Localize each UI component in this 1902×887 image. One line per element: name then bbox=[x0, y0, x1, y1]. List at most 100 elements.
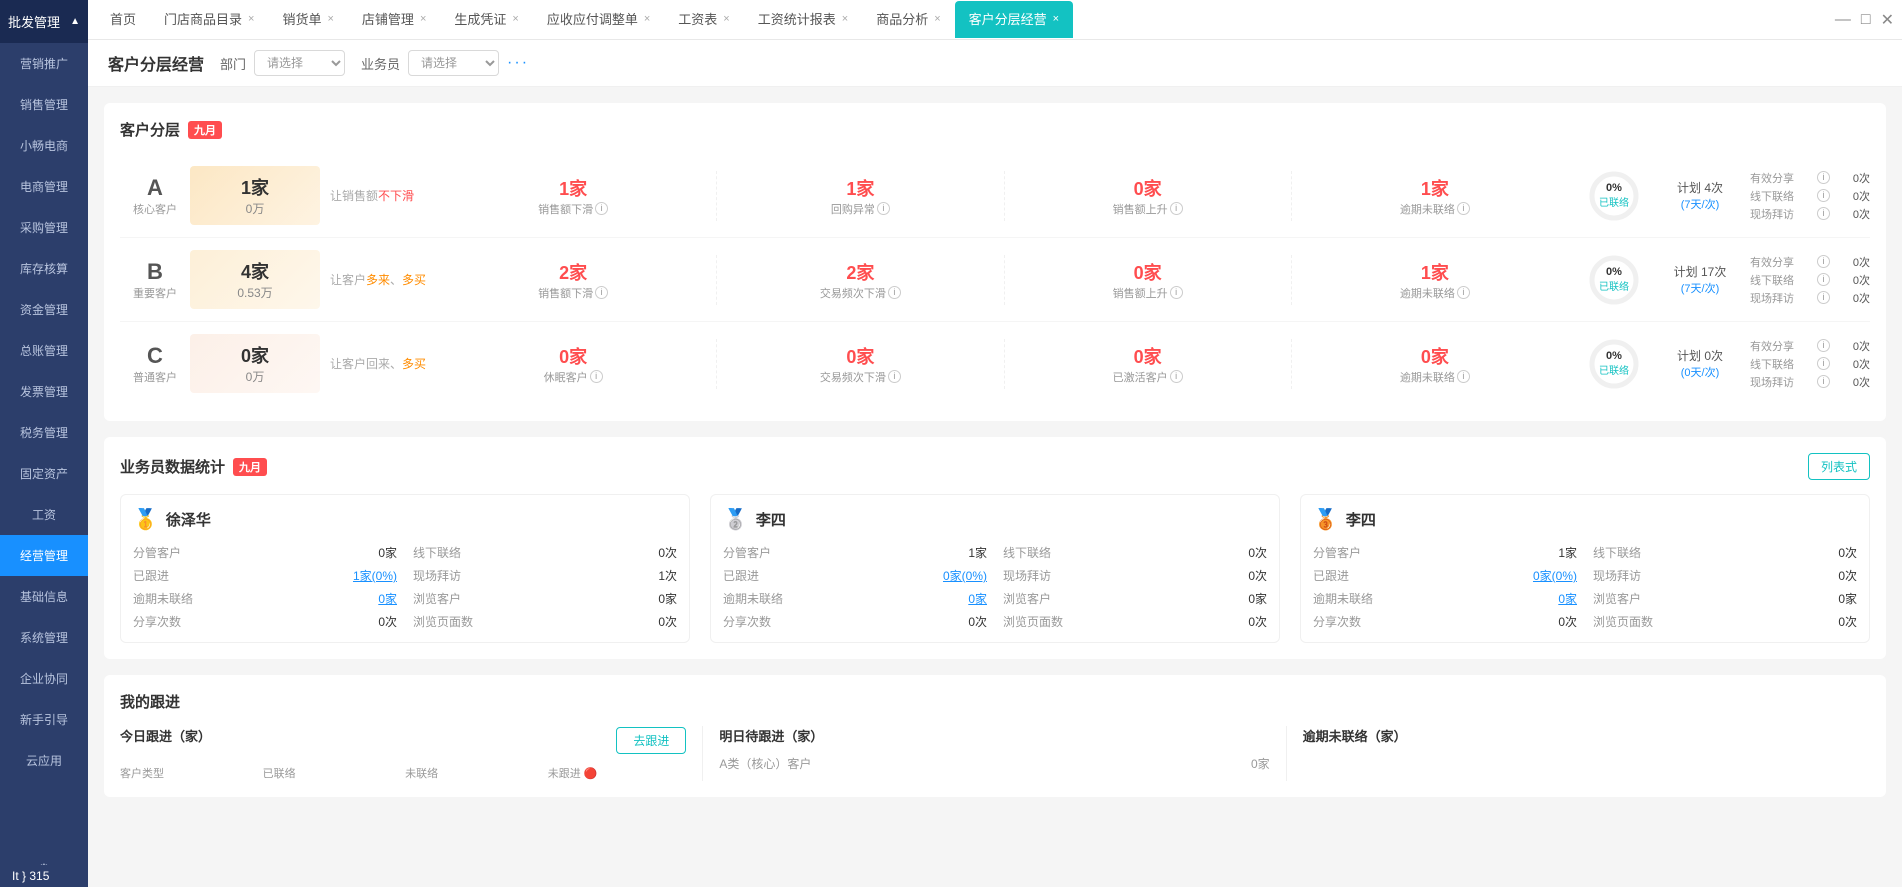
staff-medal-0: 🥇 bbox=[133, 507, 158, 532]
sidebar-item-工资[interactable]: 工资 bbox=[0, 494, 88, 535]
staff-name-0: 徐泽华 bbox=[166, 509, 211, 530]
metric-回购异常: 1家 回购异常 i bbox=[717, 171, 1004, 221]
tab-门店商品目录[interactable]: 门店商品目录× bbox=[150, 1, 268, 38]
sidebar-item-小畅电商[interactable]: 小畅电商 bbox=[0, 125, 88, 166]
tab-close-客户分层经营[interactable]: × bbox=[1053, 13, 1059, 25]
info-icon[interactable]: i bbox=[595, 202, 608, 215]
tab-销货单[interactable]: 销货单× bbox=[268, 1, 347, 38]
customer-tier-section: 客户分层 九月 A核心客户 1家 0万 让销售额不下滑 1家 销售额下滑 i 1… bbox=[104, 103, 1886, 421]
sidebar-item-云应用[interactable]: 云应用 bbox=[0, 740, 88, 781]
sidebar-item-采购管理[interactable]: 采购管理 bbox=[0, 207, 88, 248]
tab-close-工资统计报表[interactable]: × bbox=[842, 13, 848, 25]
info-icon[interactable]: i bbox=[1457, 370, 1470, 383]
sidebar-collapse-icon[interactable]: ▲ bbox=[70, 16, 80, 27]
tab-商品分析[interactable]: 商品分析× bbox=[862, 1, 954, 38]
tier-row-A: A核心客户 1家 0万 让销售额不下滑 1家 销售额下滑 i 1家 回购异常 i… bbox=[120, 154, 1870, 238]
right-info-icon[interactable]: i bbox=[1817, 255, 1830, 268]
tab-close-门店商品目录[interactable]: × bbox=[248, 13, 254, 25]
dept-filter: 部门 请选择 bbox=[220, 50, 345, 76]
tab-工资表[interactable]: 工资表× bbox=[664, 1, 743, 38]
tab-close-生成凭证[interactable]: × bbox=[512, 13, 518, 25]
metric-销售额下滑: 1家 销售额下滑 i bbox=[430, 171, 717, 221]
sidebar: 批发管理 ▲ 营销推广销售管理小畅电商电商管理采购管理库存核算资金管理总账管理发… bbox=[0, 0, 88, 887]
right-info-icon[interactable]: i bbox=[1817, 357, 1830, 370]
info-icon[interactable]: i bbox=[877, 202, 890, 215]
sidebar-item-新手引导[interactable]: 新手引导 bbox=[0, 699, 88, 740]
staff-stat-分享次数: 分享次数0次 bbox=[133, 613, 397, 630]
right-info-icon[interactable]: i bbox=[1817, 339, 1830, 352]
sidebar-item-资金管理[interactable]: 资金管理 bbox=[0, 289, 88, 330]
staff-stat-已跟进: 已跟进0家(0%) bbox=[723, 567, 987, 584]
info-icon[interactable]: i bbox=[888, 286, 901, 299]
tab-close-商品分析[interactable]: × bbox=[934, 13, 940, 25]
metric-已激活客户: 0家 已激活客户 i bbox=[1005, 339, 1292, 389]
sidebar-item-税务管理[interactable]: 税务管理 bbox=[0, 412, 88, 453]
sidebar-item-营销推广[interactable]: 营销推广 bbox=[0, 43, 88, 84]
right-info-icon[interactable]: i bbox=[1817, 291, 1830, 304]
staff-stat-浏览客户: 浏览客户0家 bbox=[1593, 590, 1857, 607]
right-info-icon[interactable]: i bbox=[1817, 375, 1830, 388]
sidebar-item-发票管理[interactable]: 发票管理 bbox=[0, 371, 88, 412]
info-icon[interactable]: i bbox=[1457, 286, 1470, 299]
col-header-linked: 已联络 bbox=[263, 765, 402, 781]
sidebar-item-总账管理[interactable]: 总账管理 bbox=[0, 330, 88, 371]
tab-店铺管理[interactable]: 店铺管理× bbox=[348, 1, 440, 38]
tab-首页[interactable]: 首页 bbox=[96, 1, 150, 38]
tab-close-工资表[interactable]: × bbox=[723, 13, 729, 25]
tab-maximize-icon[interactable]: □ bbox=[1861, 11, 1871, 29]
right-info-icon[interactable]: i bbox=[1817, 273, 1830, 286]
info-icon[interactable]: i bbox=[1170, 286, 1183, 299]
sidebar-item-销售管理[interactable]: 销售管理 bbox=[0, 84, 88, 125]
page-title: 客户分层经营 bbox=[108, 51, 204, 75]
more-options-icon[interactable]: ··· bbox=[507, 54, 529, 72]
tab-工资统计报表[interactable]: 工资统计报表× bbox=[744, 1, 862, 38]
tier-amount-A: 0万 bbox=[246, 200, 265, 217]
plan-freq-C[interactable]: (0天/次) bbox=[1681, 364, 1720, 380]
sidebar-header[interactable]: 批发管理 ▲ bbox=[0, 0, 88, 43]
main-area: 首页门店商品目录×销货单×店铺管理×生成凭证×应收应付调整单×工资表×工资统计报… bbox=[88, 0, 1902, 887]
month-badge: 九月 bbox=[188, 121, 222, 139]
staff-select[interactable]: 请选择 bbox=[408, 50, 499, 76]
sidebar-item-企业协同[interactable]: 企业协同 bbox=[0, 658, 88, 699]
goto-followup-button[interactable]: 去跟进 bbox=[616, 727, 686, 754]
tab-生成凭证[interactable]: 生成凭证× bbox=[440, 1, 532, 38]
sidebar-item-经营管理[interactable]: 经营管理 bbox=[0, 535, 88, 576]
metric-逾期未联络: 0家 逾期未联络 i bbox=[1292, 339, 1578, 389]
info-icon[interactable]: i bbox=[1170, 202, 1183, 215]
right-info-icon[interactable]: i bbox=[1817, 207, 1830, 220]
list-table-button[interactable]: 列表式 bbox=[1808, 453, 1870, 480]
tab-应收应付调整单[interactable]: 应收应付调整单× bbox=[533, 1, 664, 38]
metric-销售额上升: 0家 销售额上升 i bbox=[1005, 171, 1292, 221]
sidebar-item-电商管理[interactable]: 电商管理 bbox=[0, 166, 88, 207]
tab-close-应收应付调整单[interactable]: × bbox=[644, 13, 650, 25]
tier-amount-C: 0万 bbox=[246, 368, 265, 385]
sidebar-item-基础信息[interactable]: 基础信息 bbox=[0, 576, 88, 617]
info-icon[interactable]: i bbox=[1457, 202, 1470, 215]
tab-close-销货单[interactable]: × bbox=[327, 13, 333, 25]
staff-month-badge: 九月 bbox=[233, 458, 267, 476]
sidebar-item-系统管理[interactable]: 系统管理 bbox=[0, 617, 88, 658]
right-info-icon[interactable]: i bbox=[1817, 189, 1830, 202]
right-info-icon[interactable]: i bbox=[1817, 171, 1830, 184]
info-icon[interactable]: i bbox=[590, 370, 603, 383]
info-icon[interactable]: i bbox=[888, 370, 901, 383]
content-scroll: 客户分层 九月 A核心客户 1家 0万 让销售额不下滑 1家 销售额下滑 i 1… bbox=[88, 87, 1902, 887]
plan-freq-A[interactable]: (7天/次) bbox=[1681, 196, 1720, 212]
followup-grid: 今日跟进（家） 去跟进 客户类型 已联络 未联络 未跟进 🔴 明日待跟进（家） … bbox=[120, 726, 1870, 781]
dept-select[interactable]: 请选择 bbox=[254, 50, 345, 76]
info-icon[interactable]: i bbox=[1170, 370, 1183, 383]
info-icon[interactable]: i bbox=[595, 286, 608, 299]
sidebar-item-库存核算[interactable]: 库存核算 bbox=[0, 248, 88, 289]
sidebar-item-固定资产[interactable]: 固定资产 bbox=[0, 453, 88, 494]
tab-close-店铺管理[interactable]: × bbox=[420, 13, 426, 25]
staff-stat-分享次数: 分享次数0次 bbox=[1313, 613, 1577, 630]
staff-stat-现场拜访: 现场拜访1次 bbox=[413, 567, 677, 584]
right-item-有效分享: 有效分享 i 0次 bbox=[1750, 170, 1870, 186]
tab-minimize-icon[interactable]: — bbox=[1835, 11, 1851, 29]
staff-name-2: 李四 bbox=[1346, 509, 1376, 530]
plan-freq-B[interactable]: (7天/次) bbox=[1681, 280, 1720, 296]
tab-客户分层经营[interactable]: 客户分层经营× bbox=[955, 1, 1073, 38]
tab-close-all-icon[interactable]: ✕ bbox=[1881, 10, 1894, 30]
followup-section-title: 我的跟进 bbox=[120, 691, 1870, 712]
staff-stat-浏览页面数: 浏览页面数0次 bbox=[1593, 613, 1857, 630]
